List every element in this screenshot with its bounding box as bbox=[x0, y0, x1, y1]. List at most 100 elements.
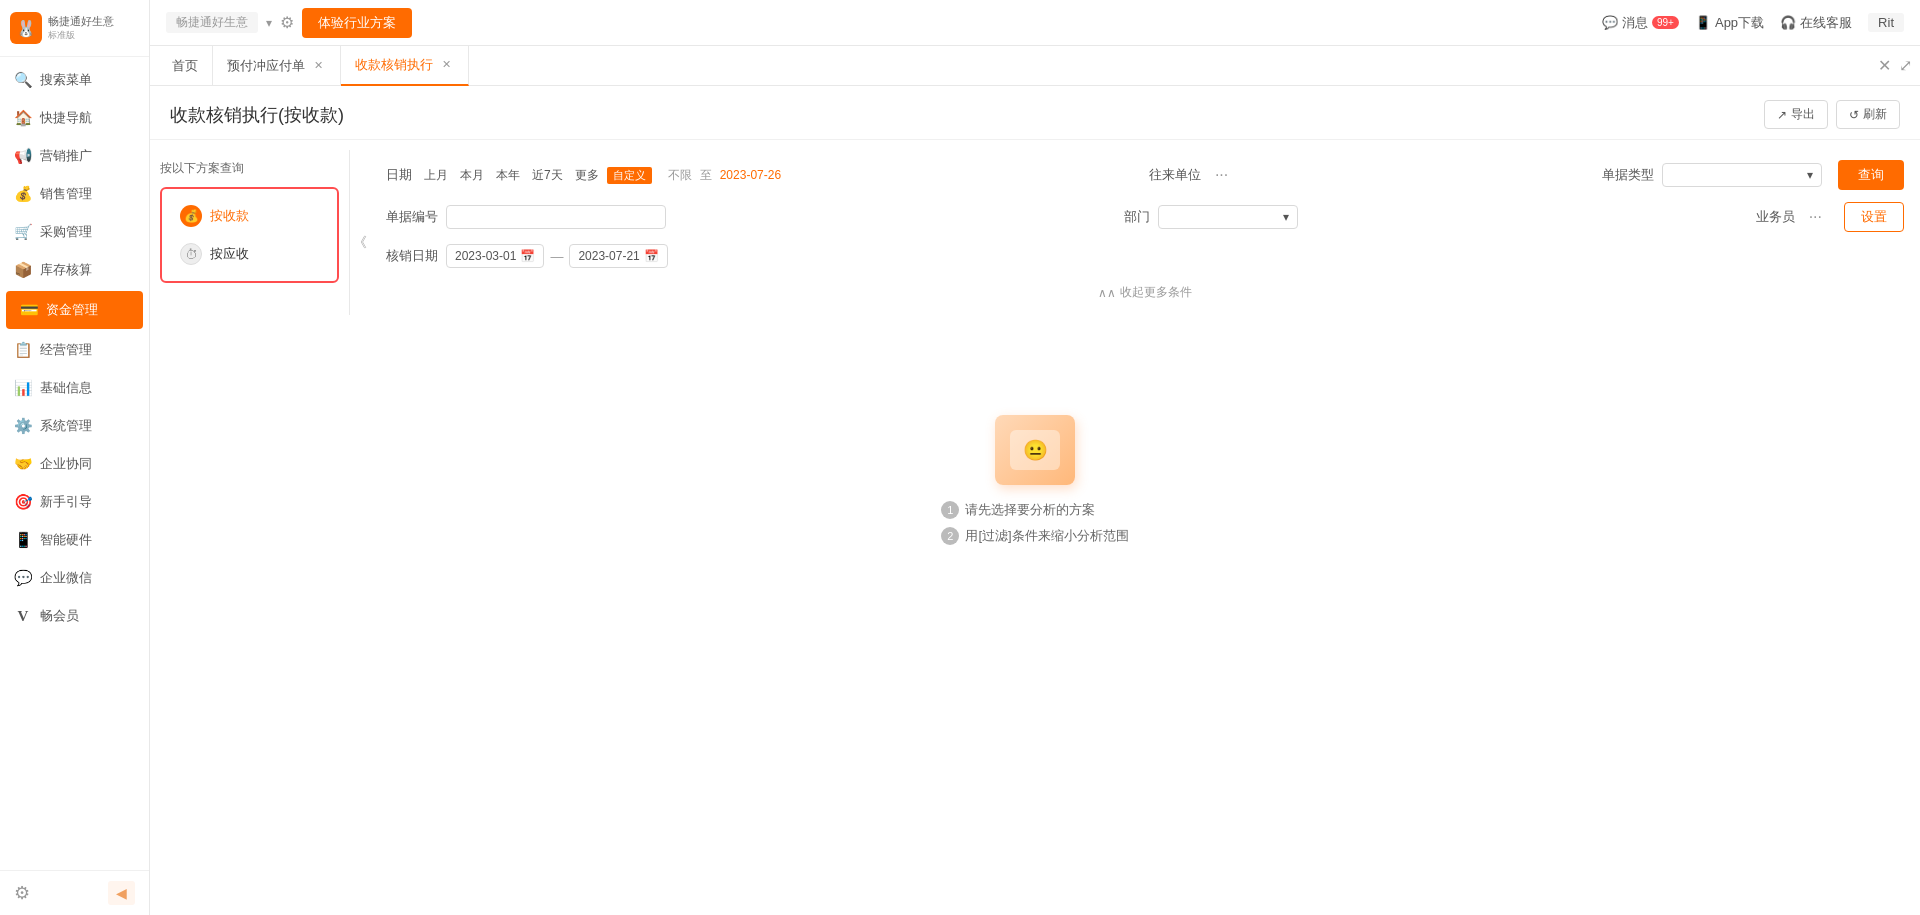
collapse-sidebar-icon[interactable]: ◀ bbox=[108, 881, 135, 905]
online-service-button[interactable]: 🎧 在线客服 bbox=[1780, 14, 1852, 32]
filter-row-2: 单据编号 部门 ▾ 业务员 bbox=[386, 202, 1904, 232]
filter-collapse-button[interactable]: 《 bbox=[350, 170, 370, 315]
sidebar-label-member: 畅会员 bbox=[40, 607, 79, 625]
page-title: 收款核销执行(按收款) bbox=[170, 103, 344, 127]
tab-collection-close-icon[interactable]: ✕ bbox=[439, 57, 454, 72]
user-name[interactable]: Rit bbox=[1868, 13, 1904, 32]
sidebar-item-inventory[interactable]: 📦 库存核算 bbox=[0, 251, 149, 289]
app-download-button[interactable]: 📱 App下载 bbox=[1695, 14, 1764, 32]
sidebar-item-purchase[interactable]: 🛒 采购管理 bbox=[0, 213, 149, 251]
shortcut-last-month[interactable]: 上月 bbox=[420, 165, 452, 186]
sidebar-item-wechat[interactable]: 💬 企业微信 bbox=[0, 559, 149, 597]
setting-button[interactable]: 设置 bbox=[1844, 202, 1904, 232]
dept-select[interactable]: ▾ bbox=[1158, 205, 1298, 229]
dept-filter-item: 部门 ▾ bbox=[1124, 205, 1298, 229]
collapse-more-button[interactable]: ∧∧ 收起更多条件 bbox=[386, 280, 1904, 305]
app-download-label: App下载 bbox=[1715, 14, 1764, 32]
industry-solution-button[interactable]: 体验行业方案 bbox=[302, 8, 412, 38]
shortcut-7days[interactable]: 近7天 bbox=[528, 165, 567, 186]
tab-prepay[interactable]: 预付冲应付单 ✕ bbox=[213, 46, 341, 86]
sidebar-item-collab[interactable]: 🤝 企业协同 bbox=[0, 445, 149, 483]
logo-brand: 畅捷通好生意 bbox=[48, 14, 114, 28]
verify-date-end-input[interactable]: 2023-07-21 📅 bbox=[569, 244, 667, 268]
sidebar-menu: 🔍 搜索菜单 🏠 快捷导航 📢 营销推广 💰 销售管理 🛒 采购管理 📦 库存核… bbox=[0, 57, 149, 870]
filter-area: 按以下方案查询 💰 按收款 ⏱ 按应收 《 bbox=[150, 140, 1920, 325]
salesman-label: 业务员 bbox=[1756, 208, 1795, 226]
sidebar-item-finance[interactable]: 💳 资金管理 bbox=[6, 291, 143, 329]
marketing-icon: 📢 bbox=[14, 147, 32, 165]
empty-face-element: 😐 bbox=[1010, 430, 1060, 470]
verify-date-start-input[interactable]: 2023-03-01 📅 bbox=[446, 244, 544, 268]
refresh-label: 刷新 bbox=[1863, 106, 1887, 123]
empty-image: 😐 bbox=[975, 385, 1095, 485]
salesman-select-dots[interactable]: ··· bbox=[1803, 206, 1828, 228]
empty-tip-2: 2 用[过滤]条件来缩小分析范围 bbox=[941, 527, 1128, 545]
tab-maximize-button[interactable]: ⤢ bbox=[1899, 56, 1912, 75]
shortcut-more[interactable]: 更多 bbox=[571, 165, 603, 186]
header-gear-icon[interactable]: ⚙ bbox=[280, 13, 294, 32]
sidebar-item-smart-hw[interactable]: 📱 智能硬件 bbox=[0, 521, 149, 559]
basic-info-icon: 📊 bbox=[14, 379, 32, 397]
message-badge: 99+ bbox=[1652, 16, 1679, 29]
message-button[interactable]: 💬 消息 99+ bbox=[1602, 14, 1679, 32]
doc-no-input[interactable] bbox=[446, 205, 666, 229]
tab-home[interactable]: 首页 bbox=[158, 46, 213, 86]
tip-1-text: 请先选择要分析的方案 bbox=[965, 501, 1095, 519]
shortcut-this-year[interactable]: 本年 bbox=[492, 165, 524, 186]
settings-gear-icon[interactable]: ⚙ bbox=[14, 882, 30, 904]
page-inner: 收款核销执行(按收款) ↗ 导出 ↺ 刷新 按以下方案查询 bbox=[150, 86, 1920, 915]
doc-type-chevron-icon: ▾ bbox=[1807, 168, 1813, 182]
filter-sidebar: 按以下方案查询 💰 按收款 ⏱ 按应收 bbox=[150, 150, 350, 315]
sidebar-item-system[interactable]: ⚙️ 系统管理 bbox=[0, 407, 149, 445]
tab-close-window-button[interactable]: ✕ bbox=[1878, 56, 1891, 75]
verify-date-start-value: 2023-03-01 bbox=[455, 249, 516, 263]
sidebar-item-marketing[interactable]: 📢 营销推广 bbox=[0, 137, 149, 175]
empty-tips: 1 请先选择要分析的方案 2 用[过滤]条件来缩小分析范围 bbox=[941, 501, 1128, 545]
header-brand-name: 畅捷通好生意 bbox=[166, 12, 258, 33]
query-button[interactable]: 查询 bbox=[1838, 160, 1904, 190]
sidebar-label-sales: 销售管理 bbox=[40, 185, 92, 203]
sidebar-label-operations: 经营管理 bbox=[40, 341, 92, 359]
refresh-icon: ↺ bbox=[1849, 108, 1859, 122]
doc-type-label: 单据类型 bbox=[1602, 166, 1654, 184]
member-icon: V bbox=[14, 608, 32, 625]
logo-area: 🐰 畅捷通好生意 标准版 bbox=[0, 0, 149, 57]
date-filter-item: 日期 上月 本月 本年 近7天 更多 自定义 bbox=[386, 165, 652, 186]
sidebar-item-member[interactable]: V 畅会员 bbox=[0, 597, 149, 635]
sidebar-item-search[interactable]: 🔍 搜索菜单 bbox=[0, 61, 149, 99]
export-button[interactable]: ↗ 导出 bbox=[1764, 100, 1828, 129]
doc-type-select[interactable]: ▾ bbox=[1662, 163, 1822, 187]
message-label: 消息 bbox=[1622, 14, 1648, 32]
filter-option-receipt-label: 按收款 bbox=[210, 207, 249, 225]
filter-option-by-receivable[interactable]: ⏱ 按应收 bbox=[170, 235, 329, 273]
sidebar-item-guide[interactable]: 🎯 新手引导 bbox=[0, 483, 149, 521]
sidebar-item-sales[interactable]: 💰 销售管理 bbox=[0, 175, 149, 213]
service-icon: 🎧 bbox=[1780, 15, 1796, 30]
date-value-label: 2023-07-26 bbox=[720, 168, 781, 182]
verify-date-start-calendar-icon[interactable]: 📅 bbox=[520, 249, 535, 263]
refresh-button[interactable]: ↺ 刷新 bbox=[1836, 100, 1900, 129]
filter-form: 日期 上月 本月 本年 近7天 更多 自定义 不限 bbox=[370, 150, 1920, 315]
smart-hw-icon: 📱 bbox=[14, 531, 32, 549]
tab-collection[interactable]: 收款核销执行 ✕ bbox=[341, 46, 469, 86]
verify-date-end-calendar-icon[interactable]: 📅 bbox=[644, 249, 659, 263]
date-to-label: 至 bbox=[700, 167, 712, 184]
tab-prepay-close-icon[interactable]: ✕ bbox=[311, 58, 326, 73]
tip-1-number: 1 bbox=[941, 501, 959, 519]
dept-chevron-icon: ▾ bbox=[1283, 210, 1289, 224]
filter-row-1: 日期 上月 本月 本年 近7天 更多 自定义 不限 bbox=[386, 160, 1904, 190]
date-shortcuts: 上月 本月 本年 近7天 更多 自定义 bbox=[420, 165, 652, 186]
sidebar-item-quick-nav[interactable]: 🏠 快捷导航 bbox=[0, 99, 149, 137]
filter-option-by-receipt[interactable]: 💰 按收款 bbox=[170, 197, 329, 235]
sidebar-item-operations[interactable]: 📋 经营管理 bbox=[0, 331, 149, 369]
shortcut-this-month[interactable]: 本月 bbox=[456, 165, 488, 186]
header-left: 畅捷通好生意 ▾ ⚙ 体验行业方案 bbox=[166, 8, 412, 38]
logo-badge: 标准版 bbox=[48, 29, 114, 42]
tab-collection-label: 收款核销执行 bbox=[355, 56, 433, 74]
sidebar: 🐰 畅捷通好生意 标准版 🔍 搜索菜单 🏠 快捷导航 📢 营销推广 💰 销售管理… bbox=[0, 0, 150, 915]
operations-icon: 📋 bbox=[14, 341, 32, 359]
partner-select-dots[interactable]: ··· bbox=[1209, 164, 1234, 186]
sidebar-label-smart-hw: 智能硬件 bbox=[40, 531, 92, 549]
sidebar-label-quick-nav: 快捷导航 bbox=[40, 109, 92, 127]
sidebar-item-basic-info[interactable]: 📊 基础信息 bbox=[0, 369, 149, 407]
